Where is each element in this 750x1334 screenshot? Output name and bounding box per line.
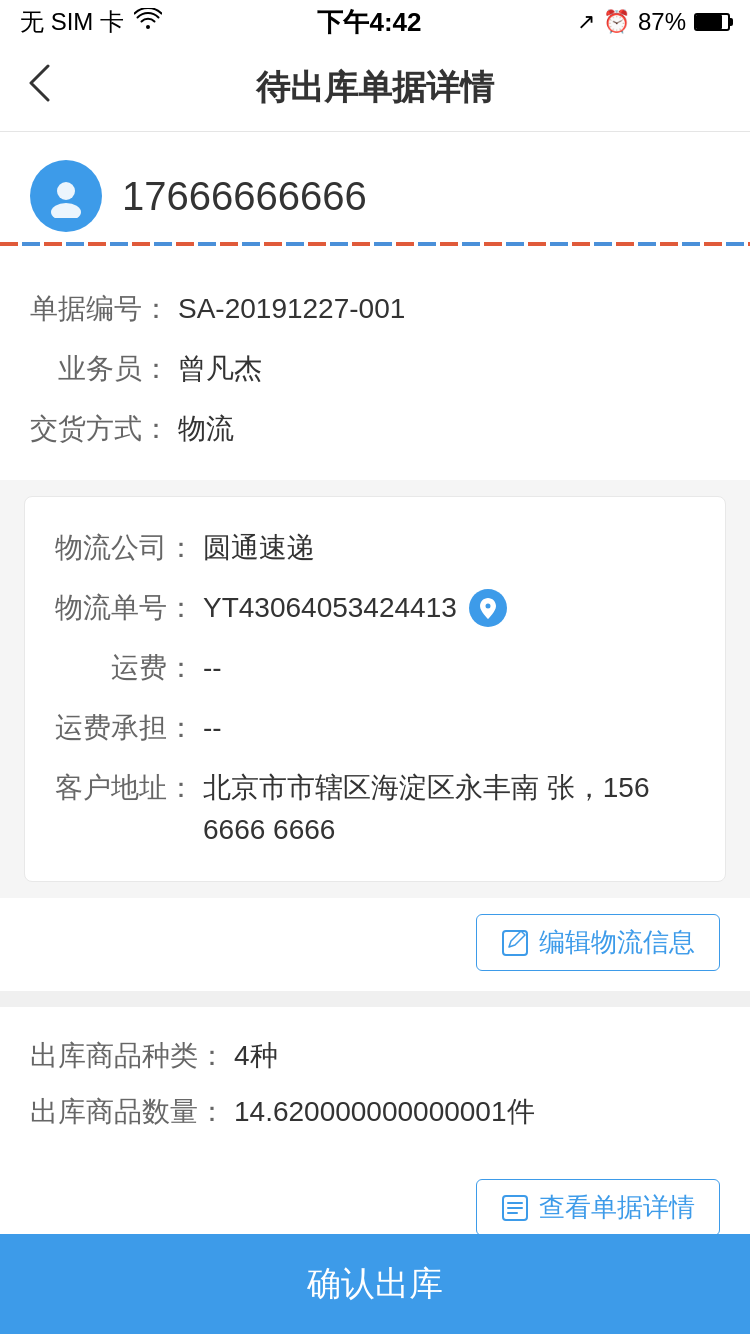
goods-quantity-value: 14.620000000000001件 [234, 1093, 535, 1131]
goods-section: 出库商品种类： 4种 出库商品数量： 14.620000000000001件 [0, 1007, 750, 1169]
view-detail-button[interactable]: 查看单据详情 [476, 1179, 720, 1236]
map-location-icon[interactable] [469, 589, 507, 627]
logistics-tracking-row: 物流单号： YT43064053424413 [55, 587, 695, 629]
goods-type-value: 4种 [234, 1037, 278, 1075]
salesman-value: 曾凡杰 [178, 348, 720, 390]
document-number-row: 单据编号： SA-20191227-001 [30, 288, 720, 330]
delivery-row: 交货方式： 物流 [30, 408, 720, 450]
view-detail-label: 查看单据详情 [539, 1190, 695, 1225]
freight-value: -- [203, 647, 695, 689]
goods-quantity-label: 出库商品数量： [30, 1093, 226, 1131]
goods-type-label: 出库商品种类： [30, 1037, 226, 1075]
nav-bar: 待出库单据详情 [0, 44, 750, 132]
freight-bear-label: 运费承担： [55, 707, 195, 749]
freight-label: 运费： [55, 647, 195, 689]
page-title: 待出库单据详情 [256, 65, 494, 111]
delivery-value: 物流 [178, 408, 720, 450]
confirm-button[interactable]: 确认出库 [0, 1234, 750, 1334]
logistics-card: 物流公司： 圆通速递 物流单号： YT43064053424413 运费： [24, 496, 726, 882]
address-row: 客户地址： 北京市市辖区海淀区永丰南 张，156 6666 6666 [55, 767, 695, 851]
address-label: 客户地址： [55, 767, 195, 809]
logistics-company-value: 圆通速递 [203, 527, 695, 569]
status-time: 下午4:42 [317, 5, 421, 40]
dashed-divider [0, 232, 750, 246]
wifi-icon [134, 8, 162, 36]
status-right: ↗ ⏰ 87% [577, 8, 730, 36]
battery-icon [694, 13, 730, 31]
user-header: 17666666666 [0, 132, 750, 232]
delivery-label: 交货方式： [30, 408, 170, 450]
back-button[interactable] [28, 64, 50, 111]
logistics-tracking-label: 物流单号： [55, 587, 195, 629]
freight-row: 运费： -- [55, 647, 695, 689]
svg-point-1 [51, 203, 81, 218]
logistics-tracking-value: YT43064053424413 [203, 587, 695, 629]
goods-type-row: 出库商品种类： 4种 [30, 1037, 720, 1075]
battery-label: 87% [638, 8, 686, 36]
goods-quantity-row: 出库商品数量： 14.620000000000001件 [30, 1093, 720, 1131]
salesman-label: 业务员： [30, 348, 170, 390]
status-left: 无 SIM 卡 [20, 6, 162, 38]
document-number-label: 单据编号： [30, 288, 170, 330]
section-divider [0, 991, 750, 1007]
user-phone: 17666666666 [122, 174, 367, 219]
avatar [30, 160, 102, 232]
edit-logistics-btn-row: 编辑物流信息 [0, 898, 750, 991]
freight-bear-row: 运费承担： -- [55, 707, 695, 749]
svg-point-2 [469, 589, 507, 627]
salesman-row: 业务员： 曾凡杰 [30, 348, 720, 390]
svg-point-0 [57, 182, 75, 200]
svg-rect-3 [503, 931, 527, 955]
edit-logistics-label: 编辑物流信息 [539, 925, 695, 960]
location-status-icon: ↗ [577, 9, 595, 35]
address-value: 北京市市辖区海淀区永丰南 张，156 6666 6666 [203, 767, 695, 851]
document-info-section: 单据编号： SA-20191227-001 业务员： 曾凡杰 交货方式： 物流 [0, 258, 750, 480]
document-number-value: SA-20191227-001 [178, 288, 720, 330]
status-bar: 无 SIM 卡 下午4:42 ↗ ⏰ 87% [0, 0, 750, 44]
carrier-label: 无 SIM 卡 [20, 6, 124, 38]
logistics-company-label: 物流公司： [55, 527, 195, 569]
alarm-icon: ⏰ [603, 9, 630, 35]
logistics-company-row: 物流公司： 圆通速递 [55, 527, 695, 569]
confirm-btn-label: 确认出库 [307, 1261, 443, 1307]
freight-bear-value: -- [203, 707, 695, 749]
edit-logistics-button[interactable]: 编辑物流信息 [476, 914, 720, 971]
